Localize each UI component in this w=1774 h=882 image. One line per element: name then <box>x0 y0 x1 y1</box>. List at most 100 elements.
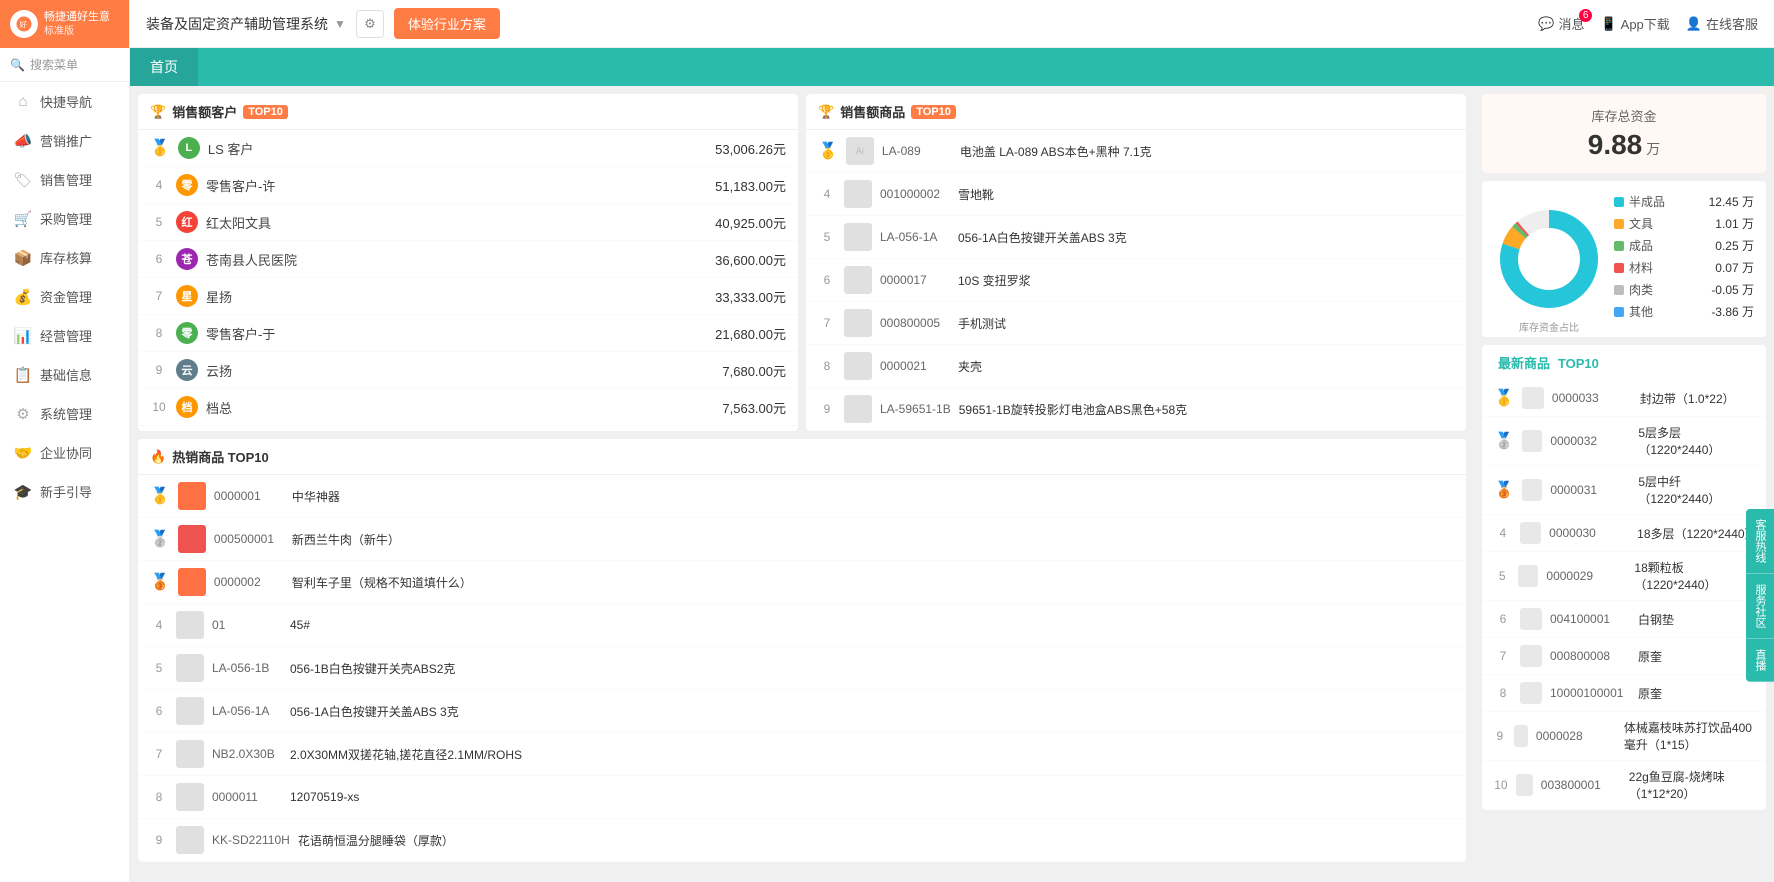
float-btn-live[interactable]: 直播 <box>1746 639 1774 682</box>
sidebar-item-guide[interactable]: 🎓 新手引导 <box>0 472 129 511</box>
product-name: 18颗粒板（1220*2440） <box>1634 559 1754 593</box>
customer-name: 苍南县人民医院 <box>206 250 707 269</box>
float-btn-community[interactable]: 服务社区 <box>1746 574 1774 639</box>
mobile-icon: 📱 <box>1600 16 1616 32</box>
product-name: 中华神器 <box>292 488 340 505</box>
sidebar-search[interactable]: 🔍 搜索菜单 <box>0 48 129 82</box>
messages-button[interactable]: 💬 消息 6 <box>1538 14 1584 33</box>
top-badge: TOP10 <box>243 105 288 119</box>
table-row: 6 0000017 10S 变扭罗浆 <box>806 259 1466 302</box>
app-download-button[interactable]: 📱 App下载 <box>1600 14 1669 33</box>
product-image <box>1522 387 1544 409</box>
left-panel: 🏆 销售额客户 TOP10 🥇 L LS 客户 53,006.26元 <box>130 86 1474 882</box>
medal-icon: 🥉 <box>1494 480 1514 500</box>
rank-num: 6 <box>818 273 836 287</box>
message-icon: 💬 <box>1538 16 1554 32</box>
customer-amount: 53,006.26元 <box>715 139 786 158</box>
product-code: 0000017 <box>880 273 950 287</box>
product-image <box>1520 682 1542 704</box>
trial-button[interactable]: 体验行业方案 <box>394 8 500 39</box>
table-row: 8 零 零售客户-于 21,680.00元 <box>138 315 798 352</box>
hot-products-header: 🔥 热销商品 TOP10 <box>138 439 1466 475</box>
collab-icon: 🤝 <box>14 444 32 462</box>
sidebar-item-inventory[interactable]: 📦 库存核算 <box>0 238 129 277</box>
customer-name: 零售客户-于 <box>206 324 707 343</box>
search-icon: 🔍 <box>10 58 25 72</box>
sidebar-item-system[interactable]: ⚙ 系统管理 <box>0 394 129 433</box>
product-code: 10000100001 <box>1550 686 1630 700</box>
medal-icon: 🥇 <box>1494 388 1514 408</box>
table-row: 5 LA-056-1B 056-1B白色按键开关壳ABS2克 <box>138 647 1466 690</box>
product-code: LA-056-1B <box>212 661 282 675</box>
sidebar-item-operations[interactable]: 📊 经营管理 <box>0 316 129 355</box>
purchase-icon: 🛒 <box>14 210 32 228</box>
product-image <box>844 180 872 208</box>
product-name: 原奎 <box>1638 685 1662 702</box>
online-service-button[interactable]: 👤 在线客服 <box>1686 14 1758 33</box>
product-image <box>176 611 204 639</box>
rank-num: 5 <box>150 215 168 229</box>
svg-text:好: 好 <box>20 19 28 29</box>
sidebar-item-marketing[interactable]: 📣 营销推广 <box>0 121 129 160</box>
table-row: 8 10000100001 原奎 <box>1482 675 1766 712</box>
product-image <box>178 525 206 553</box>
avatar: 档 <box>176 396 198 418</box>
sidebar-item-home[interactable]: ⌂ 快捷导航 <box>0 82 129 121</box>
table-row: 10 003800001 22g鱼豆腐-烧烤味（1*12*20） <box>1482 761 1766 810</box>
settings-button[interactable]: ⚙ <box>356 10 384 38</box>
rank-num: 9 <box>150 833 168 847</box>
table-row: 5 红 红太阳文具 40,925.00元 <box>138 204 798 241</box>
tab-bar: 首页 <box>130 48 1774 86</box>
product-name: 45# <box>290 618 310 632</box>
product-name: 体械嘉枝味苏打饮品400毫升（1*15） <box>1624 719 1754 753</box>
product-code: 0000028 <box>1536 729 1616 743</box>
product-name: 手机测试 <box>958 315 1006 332</box>
product-name: 5层中纤（1220*2440） <box>1638 473 1754 507</box>
product-name: 花语萌恒温分腿睡袋（厚款） <box>298 832 454 849</box>
product-name: 10S 变扭罗浆 <box>958 272 1031 289</box>
product-code: 000500001 <box>214 532 284 546</box>
topbar-right: 💬 消息 6 📱 App下载 👤 在线客服 <box>1538 14 1758 33</box>
table-row: 4 0000030 18多层（1220*2440） <box>1482 515 1766 552</box>
float-btn-service[interactable]: 客服热线 <box>1746 509 1774 574</box>
product-code: LA-056-1A <box>880 230 950 244</box>
product-code: 0000001 <box>214 489 284 503</box>
rank-num: 6 <box>150 252 168 266</box>
table-row: 🥈 0000032 5层多层（1220*2440） <box>1482 417 1766 466</box>
product-code: 001000002 <box>880 187 950 201</box>
latest-products-list: 🥇 0000033 封边带（1.0*22） 🥈 0000032 5层多层（122… <box>1482 380 1766 810</box>
inventory-value: 9.88 <box>1588 129 1643 161</box>
sidebar-item-finance[interactable]: 💰 资金管理 <box>0 277 129 316</box>
rank-num: 4 <box>150 618 168 632</box>
product-image <box>844 395 872 423</box>
product-code: 0000032 <box>1550 434 1630 448</box>
warehouse-icon: 📦 <box>14 249 32 267</box>
table-row: 8 0000021 夹壳 <box>806 345 1466 388</box>
sidebar-item-basic-info[interactable]: 📋 基础信息 <box>0 355 129 394</box>
product-image <box>178 568 206 596</box>
fire-icon: 🔥 <box>150 449 166 465</box>
customer-amount: 33,333.00元 <box>715 287 786 306</box>
customer-name: LS 客户 <box>208 139 707 158</box>
sidebar-item-sales[interactable]: 🏷 销售管理 <box>0 160 129 199</box>
info-icon: 📋 <box>14 366 32 384</box>
table-row: 🥈 000500001 新西兰牛肉（新牛） <box>138 518 1466 561</box>
sidebar-item-collab[interactable]: 🤝 企业协同 <box>0 433 129 472</box>
product-image <box>176 826 204 854</box>
tab-home[interactable]: 首页 <box>130 48 198 86</box>
product-name: 056-1A白色按键开关盖ABS 3克 <box>290 703 459 720</box>
avatar: 零 <box>176 174 198 196</box>
system-selector[interactable]: 装备及固定资产辅助管理系统 ▼ <box>146 14 346 34</box>
table-row: 6 LA-056-1A 056-1A白色按键开关盖ABS 3克 <box>138 690 1466 733</box>
product-code: 0000002 <box>214 575 284 589</box>
medal-icon: 🥉 <box>150 572 170 592</box>
legend-item: 成品 0.25 万 <box>1614 237 1754 254</box>
logo-icon: 好 <box>10 10 38 38</box>
product-name: 2.0X30MM双搓花轴,搓花直径2.1MM/ROHS <box>290 746 522 763</box>
sidebar-item-purchase[interactable]: 🛒 采购管理 <box>0 199 129 238</box>
product-code: 003800001 <box>1541 778 1621 792</box>
rank-num: 7 <box>1494 649 1512 663</box>
product-image <box>176 654 204 682</box>
table-row: 9 云 云扬 7,680.00元 <box>138 352 798 389</box>
product-code: 0000033 <box>1552 391 1632 405</box>
